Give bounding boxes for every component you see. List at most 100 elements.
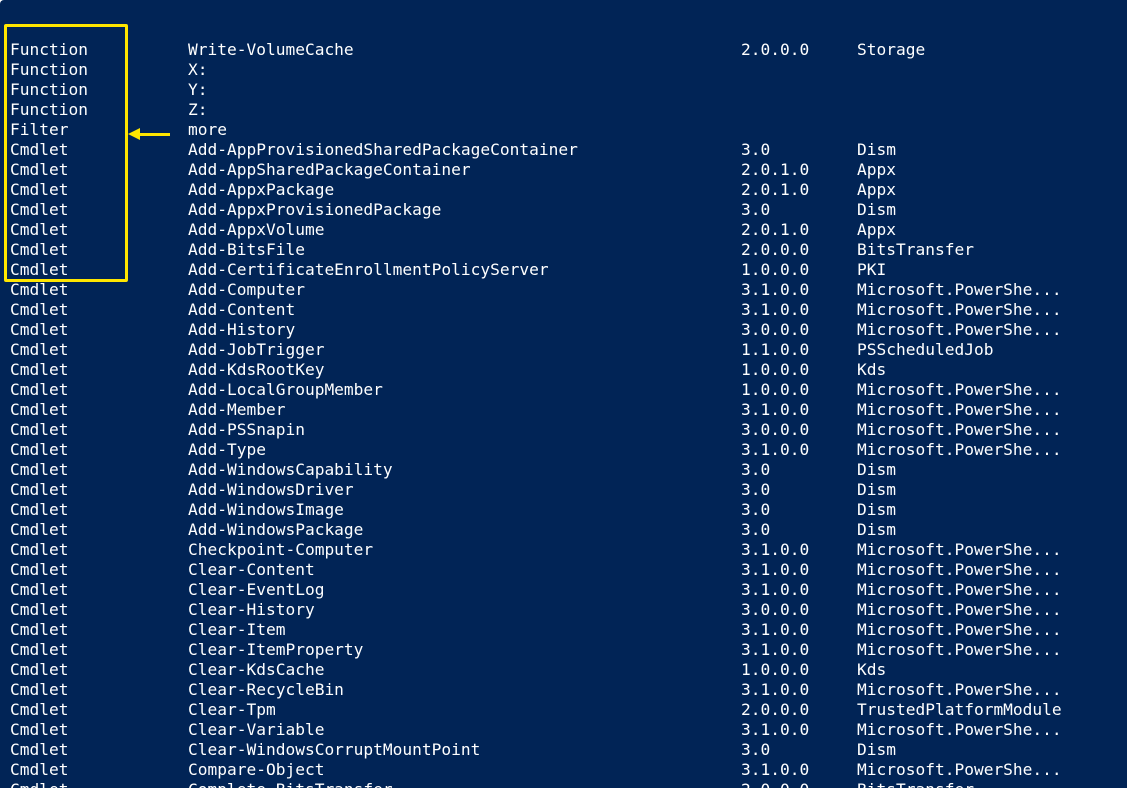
command-type-cell: Cmdlet [10, 700, 188, 720]
version-cell: 3.0 [741, 520, 857, 540]
version-cell: 1.0.0.0 [741, 660, 857, 680]
command-name-cell: X: [188, 60, 741, 80]
command-type-cell: Cmdlet [10, 680, 188, 700]
version-cell: 3.0 [741, 480, 857, 500]
command-type-cell: Filter [10, 120, 188, 140]
command-type-cell: Cmdlet [10, 620, 188, 640]
command-name-cell: Add-AppSharedPackageContainer [188, 160, 741, 180]
command-type-cell: Cmdlet [10, 220, 188, 240]
command-type-cell: Cmdlet [10, 740, 188, 760]
table-row: CmdletAdd-AppProvisionedSharedPackageCon… [10, 140, 1117, 160]
version-cell: 3.1.0.0 [741, 580, 857, 600]
table-row: Filtermore [10, 120, 1117, 140]
command-type-cell: Cmdlet [10, 360, 188, 380]
command-type-cell: Cmdlet [10, 160, 188, 180]
powershell-terminal[interactable]: FunctionWrite-VolumeCache2.0.0.0StorageF… [0, 0, 1127, 788]
command-name-cell: Add-AppxVolume [188, 220, 741, 240]
command-name-cell: Checkpoint-Computer [188, 540, 741, 560]
table-row: CmdletClear-Variable3.1.0.0Microsoft.Pow… [10, 720, 1117, 740]
command-name-cell: Clear-History [188, 600, 741, 620]
command-name-cell: Add-WindowsImage [188, 500, 741, 520]
source-cell: Microsoft.PowerShe... [857, 760, 1062, 780]
version-cell: 2.0.1.0 [741, 160, 857, 180]
table-row: CmdletClear-Content3.1.0.0Microsoft.Powe… [10, 560, 1117, 580]
table-row: CmdletAdd-JobTrigger1.1.0.0PSScheduledJo… [10, 340, 1117, 360]
source-cell: Microsoft.PowerShe... [857, 720, 1062, 740]
source-cell: Microsoft.PowerShe... [857, 620, 1062, 640]
source-cell: Kds [857, 360, 886, 380]
command-name-cell: more [188, 120, 741, 140]
source-cell: Microsoft.PowerShe... [857, 380, 1062, 400]
source-cell: Dism [857, 200, 896, 220]
command-type-cell: Function [10, 60, 188, 80]
command-type-cell: Cmdlet [10, 500, 188, 520]
table-row: CmdletClear-WindowsCorruptMountPoint3.0D… [10, 740, 1117, 760]
source-cell: Microsoft.PowerShe... [857, 600, 1062, 620]
table-row: CmdletAdd-AppxPackage2.0.1.0Appx [10, 180, 1117, 200]
version-cell: 3.0 [741, 500, 857, 520]
command-type-cell: Cmdlet [10, 180, 188, 200]
table-row: FunctionY: [10, 80, 1117, 100]
command-name-cell: Add-PSSnapin [188, 420, 741, 440]
command-type-cell: Cmdlet [10, 580, 188, 600]
table-row: CmdletClear-History3.0.0.0Microsoft.Powe… [10, 600, 1117, 620]
command-name-cell: Add-AppProvisionedSharedPackageContainer [188, 140, 741, 160]
command-name-cell: Add-JobTrigger [188, 340, 741, 360]
table-row: CmdletClear-Tpm2.0.0.0TrustedPlatformMod… [10, 700, 1117, 720]
version-cell: 3.1.0.0 [741, 560, 857, 580]
command-name-cell: Z: [188, 100, 741, 120]
command-name-cell: Clear-Content [188, 560, 741, 580]
version-cell: 1.0.0.0 [741, 380, 857, 400]
command-type-cell: Cmdlet [10, 340, 188, 360]
command-name-cell: Complete-BitsTransfer [188, 780, 741, 788]
source-cell: Dism [857, 520, 896, 540]
command-type-cell: Cmdlet [10, 320, 188, 340]
version-cell: 3.1.0.0 [741, 540, 857, 560]
command-name-cell: Add-WindowsPackage [188, 520, 741, 540]
command-name-cell: Clear-RecycleBin [188, 680, 741, 700]
table-row: CmdletClear-KdsCache1.0.0.0Kds [10, 660, 1117, 680]
table-row: FunctionZ: [10, 100, 1117, 120]
version-cell: 3.0 [741, 200, 857, 220]
table-row: CmdletClear-ItemProperty3.1.0.0Microsoft… [10, 640, 1117, 660]
command-name-cell: Y: [188, 80, 741, 100]
source-cell: Dism [857, 140, 896, 160]
command-name-cell: Write-VolumeCache [188, 40, 741, 60]
version-cell: 3.0 [741, 140, 857, 160]
command-name-cell: Clear-KdsCache [188, 660, 741, 680]
table-row: CmdletAdd-WindowsPackage3.0Dism [10, 520, 1117, 540]
source-cell: Kds [857, 660, 886, 680]
version-cell: 1.0.0.0 [741, 260, 857, 280]
command-name-cell: Add-LocalGroupMember [188, 380, 741, 400]
source-cell: Microsoft.PowerShe... [857, 320, 1062, 340]
source-cell: Microsoft.PowerShe... [857, 680, 1062, 700]
version-cell: 3.1.0.0 [741, 300, 857, 320]
source-cell: BitsTransfer [857, 780, 974, 788]
version-cell: 3.1.0.0 [741, 680, 857, 700]
table-row: CmdletAdd-AppxVolume2.0.1.0Appx [10, 220, 1117, 240]
table-row: CmdletAdd-KdsRootKey1.0.0.0Kds [10, 360, 1117, 380]
command-type-cell: Function [10, 40, 188, 60]
version-cell: 3.1.0.0 [741, 280, 857, 300]
table-row: CmdletAdd-AppSharedPackageContainer2.0.1… [10, 160, 1117, 180]
table-row: CmdletAdd-WindowsDriver3.0Dism [10, 480, 1117, 500]
source-cell: Dism [857, 480, 896, 500]
version-cell: 1.1.0.0 [741, 340, 857, 360]
table-row: CmdletCheckpoint-Computer3.1.0.0Microsof… [10, 540, 1117, 560]
command-name-cell: Clear-WindowsCorruptMountPoint [188, 740, 741, 760]
command-name-cell: Add-History [188, 320, 741, 340]
version-cell: 3.0 [741, 740, 857, 760]
command-name-cell: Clear-Variable [188, 720, 741, 740]
command-name-cell: Add-Content [188, 300, 741, 320]
command-name-cell: Add-AppxPackage [188, 180, 741, 200]
source-cell: Appx [857, 180, 896, 200]
command-name-cell: Clear-EventLog [188, 580, 741, 600]
version-cell: 2.0.0.0 [741, 700, 857, 720]
command-name-cell: Add-KdsRootKey [188, 360, 741, 380]
source-cell: Appx [857, 220, 896, 240]
command-type-cell: Function [10, 80, 188, 100]
version-cell: 3.1.0.0 [741, 640, 857, 660]
command-type-cell: Cmdlet [10, 260, 188, 280]
command-name-cell: Add-AppxProvisionedPackage [188, 200, 741, 220]
command-type-cell: Cmdlet [10, 560, 188, 580]
